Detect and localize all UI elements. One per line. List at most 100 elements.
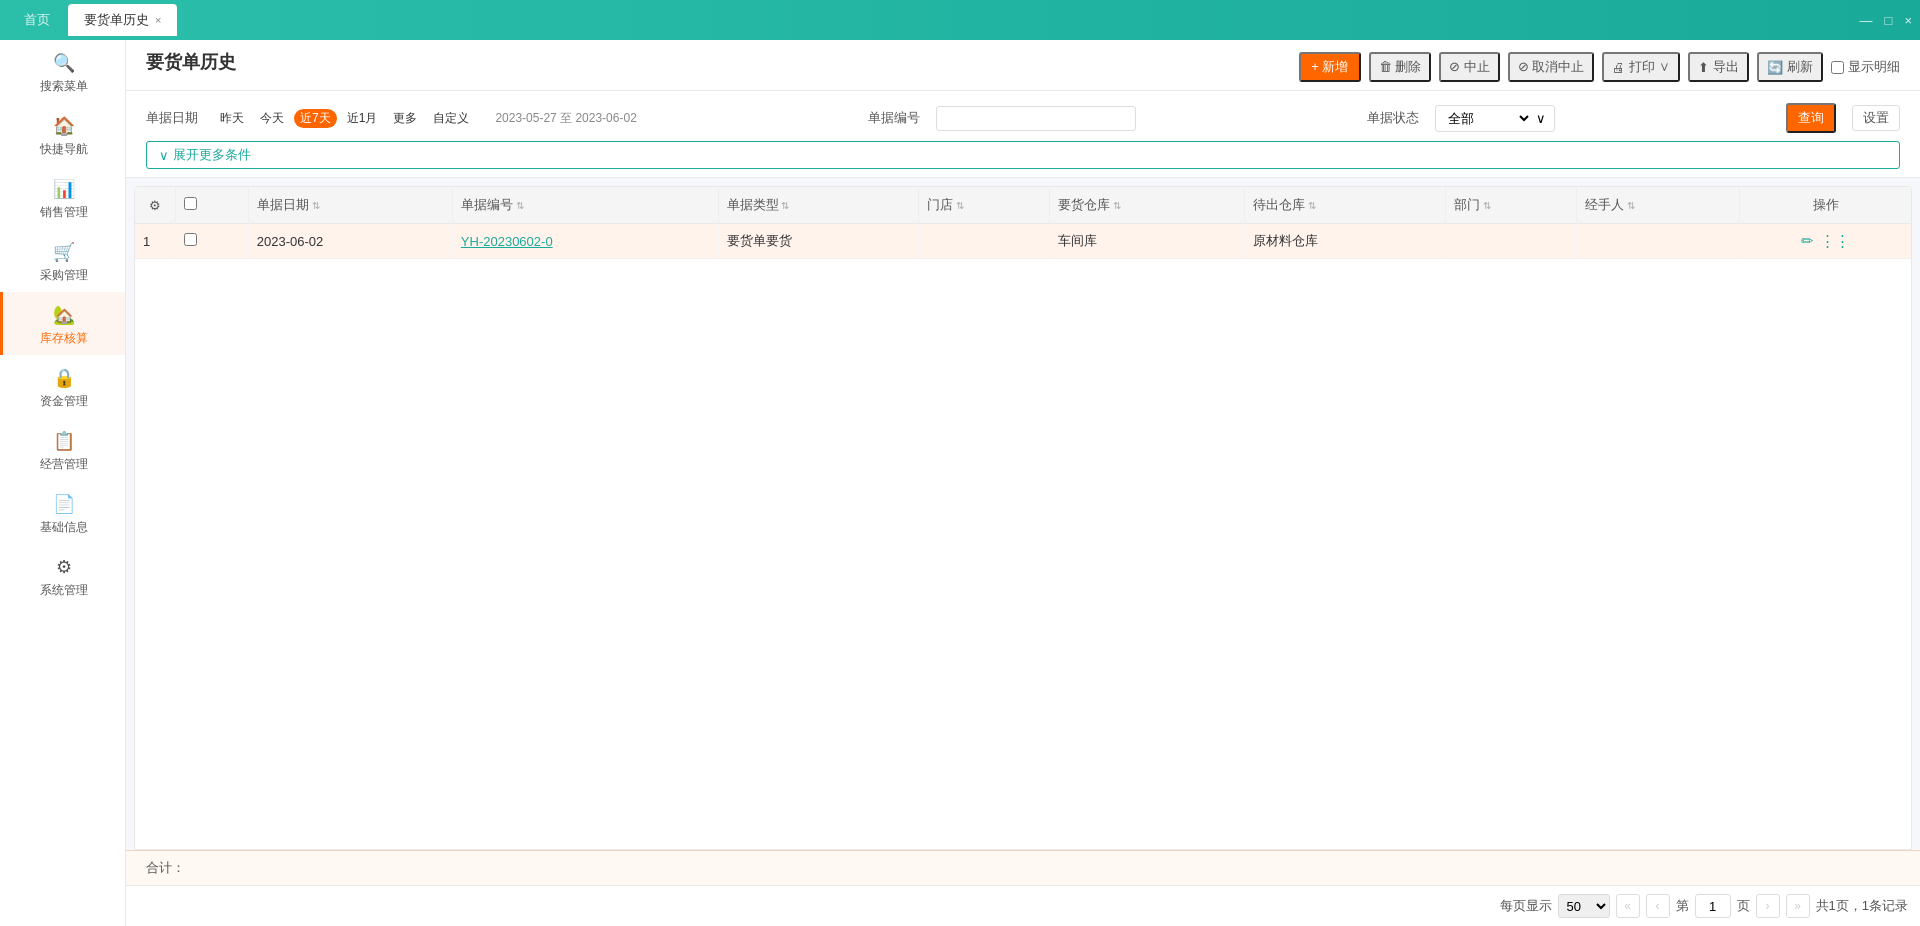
sales-icon: 📊	[53, 178, 75, 200]
pagination: 每页显示 20 50 100 200 « ‹ 第 页 › » 共1页，1条记录	[126, 885, 1920, 926]
system-icon: ⚙	[56, 556, 72, 578]
th-store[interactable]: 门店	[919, 187, 1050, 224]
first-page-button[interactable]: «	[1616, 894, 1640, 918]
per-page-label: 每页显示	[1500, 897, 1552, 915]
status-select-wrap[interactable]: 全部 待审核 已审核 已中止 ∨	[1435, 105, 1555, 132]
bill-no-label: 单据编号	[868, 109, 920, 127]
edit-icon[interactable]: ✏	[1801, 232, 1814, 250]
sidebar: 🔍 搜索菜单 🏠 快捷导航 📊 销售管理 🛒 采购管理 🏡 库存核算 🔒 资金管…	[0, 40, 126, 926]
tab-home-label: 首页	[24, 11, 50, 29]
sidebar-item-sales[interactable]: 📊 销售管理	[0, 166, 125, 229]
tab-close-icon[interactable]: ×	[155, 14, 161, 26]
td-req-warehouse: 车间库	[1050, 224, 1245, 259]
purchase-icon: 🛒	[53, 241, 75, 263]
th-req-warehouse[interactable]: 要货仓库	[1050, 187, 1245, 224]
sidebar-item-search[interactable]: 🔍 搜索菜单	[0, 40, 125, 103]
sidebar-search-label: 搜索菜单	[40, 78, 88, 95]
sidebar-item-finance[interactable]: 🔒 资金管理	[0, 355, 125, 418]
date-today[interactable]: 今天	[254, 109, 290, 128]
date-custom[interactable]: 自定义	[427, 109, 475, 128]
total-info: 共1页，1条记录	[1816, 897, 1908, 915]
print-button[interactable]: 🖨 🖨 打印 打印 ∨	[1602, 52, 1680, 82]
refresh-icon: 🔄	[1767, 60, 1783, 75]
page-header-block: 要货单历史 + 新增 🗑 删除 ⊘ 中止 ⊘ 取消中止 🖨 🖨 打印 打印 ∨ …	[126, 40, 1920, 91]
window-actions: — □ ×	[1860, 13, 1912, 28]
search-icon: 🔍	[53, 52, 75, 74]
query-button[interactable]: 查询	[1786, 103, 1836, 133]
window-close[interactable]: ×	[1904, 13, 1912, 28]
sidebar-item-system[interactable]: ⚙ 系统管理	[0, 544, 125, 607]
page-input[interactable]	[1695, 894, 1731, 918]
date-1month[interactable]: 近1月	[341, 109, 384, 128]
prev-page-button[interactable]: ‹	[1646, 894, 1670, 918]
per-page-select[interactable]: 20 50 100 200	[1558, 894, 1610, 918]
td-index: 1	[135, 224, 175, 259]
date-filter-label: 单据日期	[146, 109, 198, 127]
td-handler	[1577, 224, 1740, 259]
new-button[interactable]: + 新增	[1299, 52, 1360, 82]
td-bill-type: 要货单要货	[718, 224, 918, 259]
th-dept[interactable]: 部门	[1445, 187, 1576, 224]
date-7days[interactable]: 近7天	[294, 109, 337, 128]
data-table: ⚙ 单据日期 单据编号 单据类型 门店 要货仓库 待出仓库 部门 经手人 操作	[135, 187, 1911, 259]
th-bill-no[interactable]: 单据编号	[452, 187, 718, 224]
th-bill-type[interactable]: 单据类型	[718, 187, 918, 224]
select-all-checkbox[interactable]	[184, 197, 197, 210]
inventory-icon: 🏡	[53, 304, 75, 326]
footer-summary: 合计：	[126, 850, 1920, 885]
tab-purchase-history[interactable]: 要货单历史 ×	[68, 4, 177, 36]
sidebar-item-inventory[interactable]: 🏡 库存核算	[0, 292, 125, 355]
sidebar-item-operations[interactable]: 📋 经营管理	[0, 418, 125, 481]
status-select[interactable]: 全部 待审核 已审核 已中止	[1444, 110, 1532, 127]
delete-button[interactable]: 🗑 删除	[1369, 52, 1432, 82]
date-yesterday[interactable]: 昨天	[214, 109, 250, 128]
td-checkbox[interactable]	[175, 224, 248, 259]
bill-no-link[interactable]: YH-20230602-0	[461, 234, 553, 249]
th-date[interactable]: 单据日期	[248, 187, 452, 224]
top-bar: 首页 要货单历史 × — □ ×	[0, 0, 1920, 40]
next-page-button[interactable]: ›	[1756, 894, 1780, 918]
window-maximize[interactable]: □	[1885, 13, 1893, 28]
bill-no-input[interactable]	[936, 106, 1136, 131]
sidebar-quicknav-label: 快捷导航	[40, 141, 88, 158]
settings-button[interactable]: 设置	[1852, 105, 1900, 131]
sidebar-item-quicknav[interactable]: 🏠 快捷导航	[0, 103, 125, 166]
row-checkbox[interactable]	[184, 233, 197, 246]
last-page-button[interactable]: »	[1786, 894, 1810, 918]
td-dest-warehouse: 原材料仓库	[1245, 224, 1445, 259]
print-icon: 🖨	[1612, 60, 1625, 75]
th-settings[interactable]: ⚙	[135, 187, 175, 224]
th-ops: 操作	[1740, 187, 1911, 224]
export-button[interactable]: ⬆ 导出	[1688, 52, 1749, 82]
filter-row-1: 单据日期 昨天 今天 近7天 近1月 更多 自定义 2023-05-27 至 2…	[146, 103, 1900, 133]
sidebar-finance-label: 资金管理	[40, 393, 88, 410]
expand-row: ∨ 展开更多条件	[146, 141, 1900, 169]
table-wrap: ⚙ 单据日期 单据编号 单据类型 门店 要货仓库 待出仓库 部门 经手人 操作	[134, 186, 1912, 850]
th-handler[interactable]: 经手人	[1577, 187, 1740, 224]
date-more[interactable]: 更多	[387, 109, 423, 128]
sidebar-purchase-label: 采购管理	[40, 267, 88, 284]
date-range-display: 2023-05-27 至 2023-06-02	[495, 110, 636, 127]
tab-list: 首页 要货单历史 ×	[8, 4, 1860, 36]
sidebar-item-purchase[interactable]: 🛒 采购管理	[0, 229, 125, 292]
home-icon: 🏠	[53, 115, 75, 137]
sidebar-inventory-label: 库存核算	[40, 330, 88, 347]
stop-button[interactable]: ⊘ 中止	[1439, 52, 1500, 82]
cancel-stop-button[interactable]: ⊘ 取消中止	[1508, 52, 1595, 82]
display-cells-checkbox[interactable]	[1831, 61, 1844, 74]
expand-label: 展开更多条件	[173, 146, 251, 164]
td-bill-no: YH-20230602-0	[452, 224, 718, 259]
tab-purchase-history-label: 要货单历史	[84, 11, 149, 29]
refresh-button[interactable]: 🔄 刷新	[1757, 52, 1823, 82]
td-dept	[1445, 224, 1576, 259]
window-minimize[interactable]: —	[1860, 13, 1873, 28]
th-dest-warehouse[interactable]: 待出仓库	[1245, 187, 1445, 224]
th-checkbox	[175, 187, 248, 224]
tab-home[interactable]: 首页	[8, 4, 66, 36]
chevron-down-icon: ∨	[1536, 111, 1546, 126]
expand-button[interactable]: ∨ 展开更多条件	[146, 141, 1900, 169]
layout: 🔍 搜索菜单 🏠 快捷导航 📊 销售管理 🛒 采购管理 🏡 库存核算 🔒 资金管…	[0, 40, 1920, 926]
sidebar-item-basicinfo[interactable]: 📄 基础信息	[0, 481, 125, 544]
more-ops-icon[interactable]: ⋮⋮	[1820, 232, 1850, 250]
finance-icon: 🔒	[53, 367, 75, 389]
